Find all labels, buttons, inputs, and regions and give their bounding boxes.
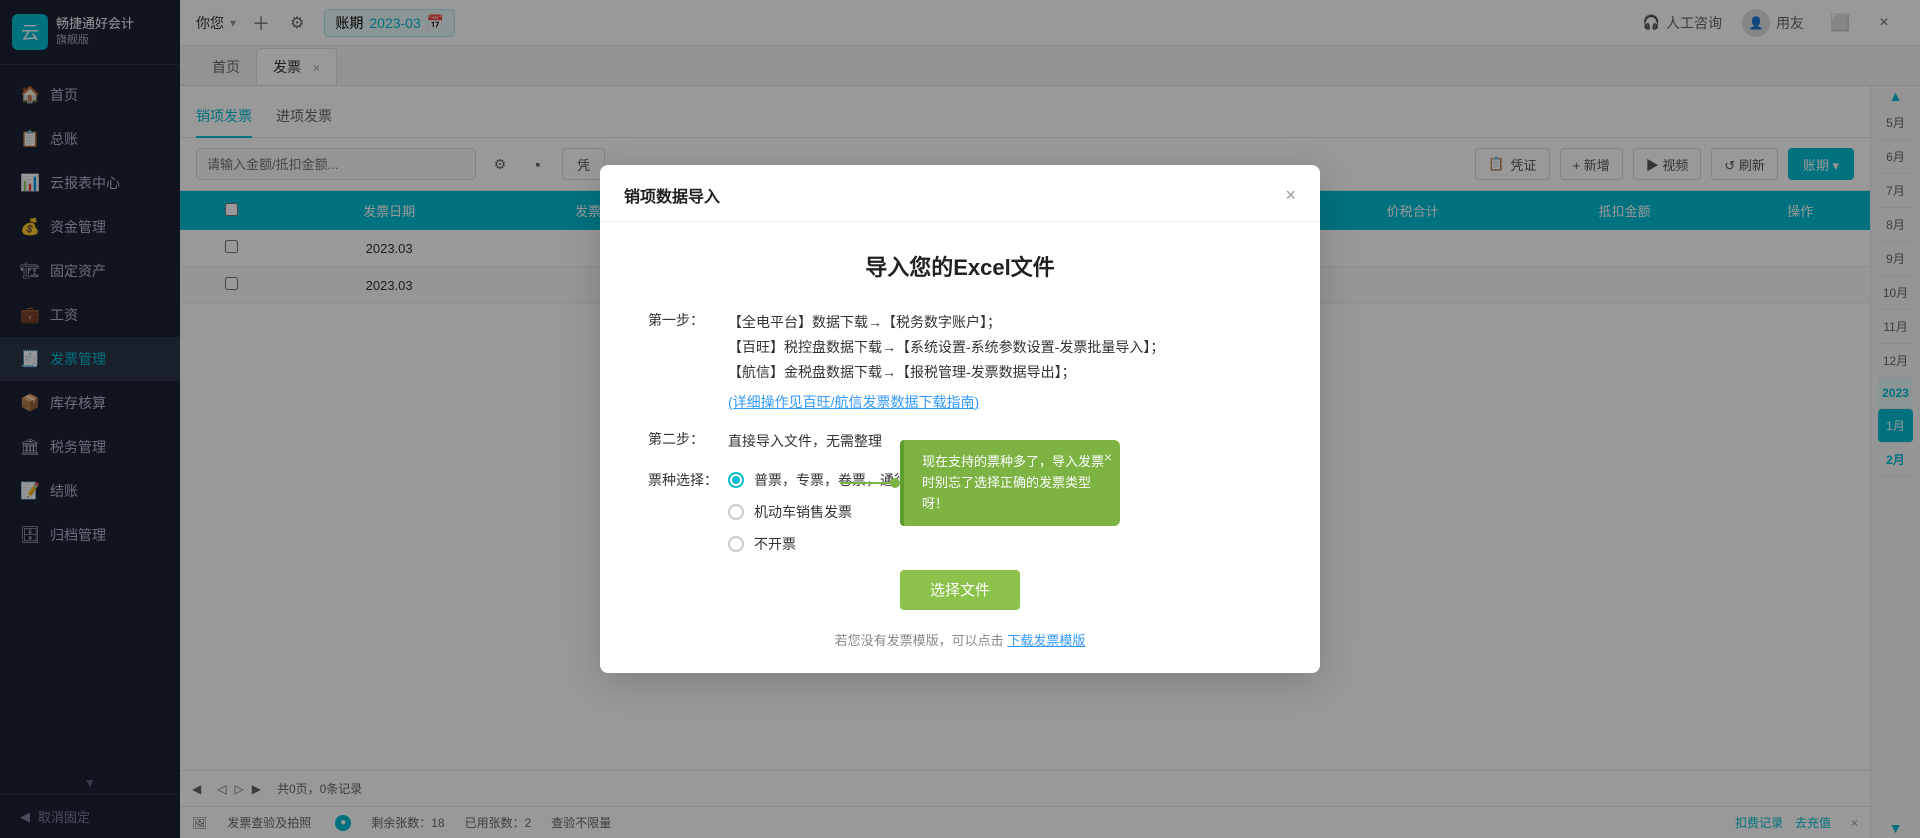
step1-line2: 【百旺】税控盘数据下载→【系统设置-系统参数设置-发票批量导入】； (728, 335, 1164, 360)
modal-main-title: 导入您的Excel文件 (648, 250, 1272, 282)
step2-content: 直接导入文件，无需整理 (728, 429, 882, 454)
select-file-button[interactable]: 选择文件 (900, 570, 1020, 610)
callout-border (900, 440, 904, 526)
step1-link-wrapper: (详细操作见百旺/航信发票数据下载指南) (728, 390, 1164, 415)
modal-title: 销项数据导入 (624, 183, 720, 207)
radio-circle-2 (728, 504, 744, 520)
radio-circle-3 (728, 536, 744, 552)
modal-footer-note: 若您没有发票模版，可以点击 下载发票模版 (648, 630, 1272, 649)
callout-dot (890, 478, 900, 488)
radio-label-2: 机动车销售发票 (754, 502, 852, 522)
modal-close-button[interactable]: × (1285, 186, 1296, 204)
ticket-label: 票种选择： (648, 470, 718, 490)
step2-label: 第二步： (648, 429, 718, 454)
import-modal: 销项数据导入 × 导入您的Excel文件 第一步： 【全电平台】数据下载→【税务… (600, 165, 1320, 673)
step1-line3: 【航信】金税盘数据下载→【报税管理-发票数据导出】； (728, 360, 1164, 385)
callout-tooltip: × 现在支持的票种多了，导入发票时别忘了选择正确的发票类型呀！ (900, 440, 1120, 526)
step1-label: 第一步： (648, 310, 718, 415)
callout-line (840, 482, 890, 484)
step1-line1: 【全电平台】数据下载→【税务数字账户】； (728, 310, 1164, 335)
baiwang-guide-link[interactable]: (详细操作见百旺/航信发票数据下载指南) (728, 394, 979, 410)
radio-label-3: 不开票 (754, 534, 796, 554)
modal-header: 销项数据导入 × (600, 165, 1320, 222)
callout-connector (840, 478, 900, 488)
modal-overlay: 销项数据导入 × 导入您的Excel文件 第一步： 【全电平台】数据下载→【税务… (0, 0, 1920, 838)
radio-circle-1 (728, 472, 744, 488)
callout-close-btn[interactable]: × (1104, 446, 1112, 468)
step1-row: 第一步： 【全电平台】数据下载→【税务数字账户】； 【百旺】税控盘数据下载→【系… (648, 310, 1272, 415)
step1-content: 【全电平台】数据下载→【税务数字账户】； 【百旺】税控盘数据下载→【系统设置-系… (728, 310, 1164, 415)
radio-option-3[interactable]: 不开票 (728, 534, 1062, 554)
download-template-link[interactable]: 下载发票模版 (1007, 633, 1085, 648)
